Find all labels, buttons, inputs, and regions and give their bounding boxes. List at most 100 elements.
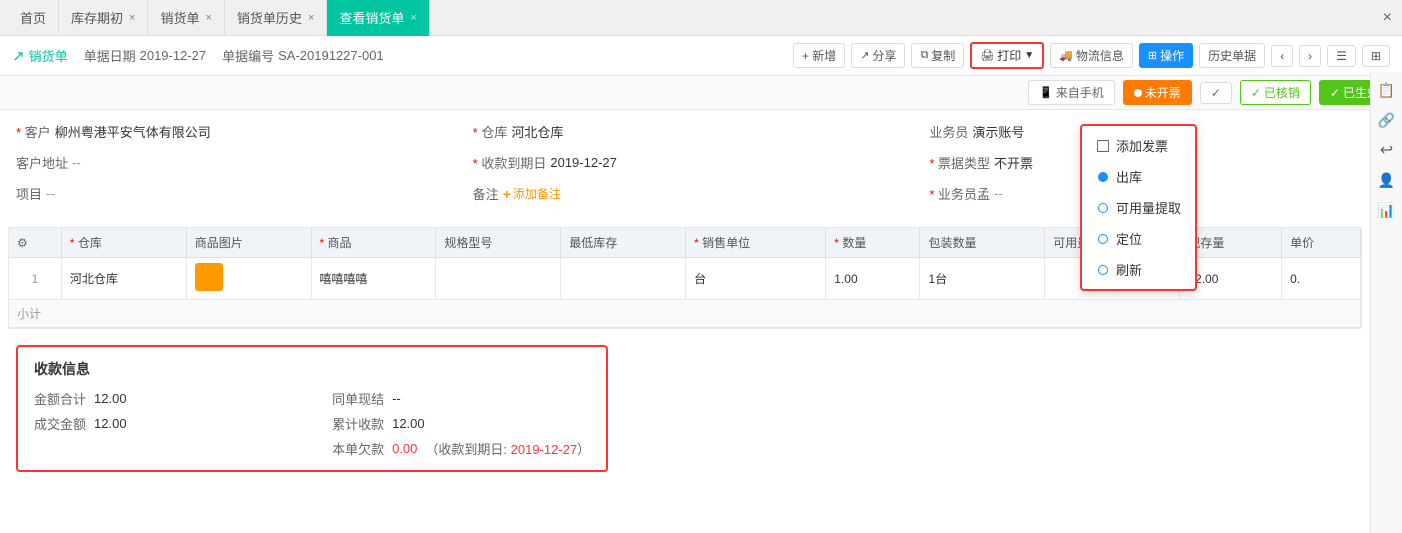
share-button[interactable]: ↗ 分享 bbox=[851, 43, 905, 68]
current-arrears-label: 本单欠款 bbox=[332, 439, 384, 458]
product-image bbox=[195, 263, 223, 291]
project-value: -- bbox=[46, 186, 55, 201]
close-sales-order-tab[interactable]: × bbox=[205, 12, 211, 24]
col-gear: ⚙ bbox=[9, 228, 61, 258]
col-warehouse: 仓库 bbox=[61, 228, 186, 258]
col-spec: 规格型号 bbox=[436, 228, 561, 258]
close-inventory-init-tab[interactable]: × bbox=[129, 12, 135, 24]
gear-icon[interactable]: ⚙ bbox=[17, 236, 28, 250]
row-product: 嘻嘻嘻嘻 bbox=[311, 258, 436, 300]
col-min-stock: 最低库存 bbox=[561, 228, 686, 258]
staff-value: 演示账号 bbox=[972, 122, 1024, 141]
subtotal-row: 小计 bbox=[9, 300, 1361, 328]
logistics-button[interactable]: 🚚 物流信息 bbox=[1050, 43, 1133, 68]
cumulative-collection-value: 12.00 bbox=[392, 416, 425, 431]
col-product: 商品 bbox=[311, 228, 436, 258]
out-warehouse-icon bbox=[1096, 170, 1110, 184]
address-label: 客户地址 bbox=[16, 153, 68, 172]
address-value: -- bbox=[72, 155, 81, 170]
list-view-button[interactable]: ☰ bbox=[1327, 45, 1356, 67]
close-all-tabs[interactable]: × bbox=[1383, 9, 1392, 27]
col-unit: 销售单位 bbox=[686, 228, 826, 258]
same-settlement-value: -- bbox=[392, 391, 401, 406]
row-num: 1 bbox=[9, 258, 61, 300]
tab-home[interactable]: 首页 bbox=[8, 0, 59, 36]
tab-sales-order[interactable]: 销货单 × bbox=[148, 0, 224, 36]
tab-inventory-init[interactable]: 库存期初 × bbox=[59, 0, 148, 36]
doc-type-label: 销货单 bbox=[29, 46, 68, 65]
current-arrears-row: 本单欠款 0.00 （收款到期日: 2019-12-27） bbox=[332, 439, 590, 458]
transaction-amount-label: 成交金额 bbox=[34, 414, 86, 433]
next-doc-button[interactable]: › bbox=[1299, 45, 1321, 67]
warehouse-field: 仓库 河北仓库 bbox=[473, 122, 930, 141]
warehouse-value: 河北仓库 bbox=[511, 122, 563, 141]
out-warehouse-item[interactable]: 出库 bbox=[1082, 161, 1195, 192]
add-note-button[interactable]: + 添加备注 bbox=[503, 185, 561, 202]
add-invoice-item[interactable]: 添加发票 bbox=[1082, 130, 1195, 161]
doc-type-badge: ↗ 销货单 bbox=[12, 46, 68, 65]
date-value: 2019-12-27 bbox=[140, 48, 207, 63]
toolbar-right: + 新增 ↗ 分享 ⧉ 复制 🖨 打印 ▼ 🚚 物流信息 ⊞ 操作 bbox=[793, 42, 1390, 69]
available-pickup-icon bbox=[1096, 201, 1110, 215]
right-icon-link[interactable]: 🔗 bbox=[1373, 106, 1401, 134]
col-unit-price: 单价 bbox=[1282, 228, 1361, 258]
refresh-item[interactable]: 刷新 bbox=[1082, 254, 1195, 285]
project-field: 项目 -- bbox=[16, 184, 473, 203]
position-item[interactable]: 定位 bbox=[1082, 223, 1195, 254]
operation-button[interactable]: ⊞ 操作 bbox=[1139, 43, 1193, 68]
salesperson-value: -- bbox=[994, 186, 1003, 201]
arrears-note: （收款到期日: 2019-12-27） bbox=[425, 439, 590, 458]
total-amount-value: 12.00 bbox=[94, 391, 127, 406]
payment-title: 收款信息 bbox=[34, 359, 590, 379]
note-label: 备注 bbox=[473, 184, 499, 203]
payment-date-label: 收款到期日 bbox=[473, 153, 547, 172]
history-button[interactable]: 历史单据 bbox=[1199, 43, 1265, 68]
not-open-ticket-button[interactable]: 未开票 bbox=[1123, 80, 1192, 105]
verified-button[interactable]: ✓ 已核销 bbox=[1240, 80, 1311, 105]
same-settlement-row: 同单现结 -- bbox=[332, 389, 590, 408]
right-icon-user[interactable]: 👤 bbox=[1373, 166, 1401, 194]
prev-doc-button[interactable]: ‹ bbox=[1271, 45, 1293, 67]
customer-field: 客户 柳州粤港平安气体有限公司 bbox=[16, 122, 473, 141]
doc-info: 单据日期 2019-12-27 单据编号 SA-20191227-001 bbox=[84, 46, 384, 65]
grid-view-button[interactable]: ⊞ bbox=[1362, 45, 1390, 67]
right-panel: 📋 🔗 ↩ 👤 📊 ⤡ bbox=[1370, 72, 1402, 533]
close-view-sales-tab[interactable]: × bbox=[410, 12, 416, 24]
doc-no-field: 单据编号 SA-20191227-001 bbox=[222, 46, 384, 65]
from-phone-button[interactable]: 📱 来自手机 bbox=[1028, 80, 1115, 105]
same-settlement-label: 同单现结 bbox=[332, 389, 384, 408]
row-warehouse: 河北仓库 bbox=[61, 258, 186, 300]
payment-info-box: 收款信息 金额合计 12.00 同单现结 -- 成交金额 12.00 累计收款 … bbox=[16, 345, 608, 472]
ticket-type-label: 票据类型 bbox=[929, 153, 990, 172]
copy-button[interactable]: ⧉ 复制 bbox=[911, 43, 964, 68]
doc-no-label: 单据编号 bbox=[222, 46, 274, 65]
tab-sales-history[interactable]: 销货单历史 × bbox=[225, 0, 327, 36]
col-qty: 数量 bbox=[826, 228, 920, 258]
print-button[interactable]: 🖨 打印 ▼ bbox=[970, 42, 1044, 69]
payment-grid: 金额合计 12.00 同单现结 -- 成交金额 12.00 累计收款 12.00 bbox=[34, 389, 590, 458]
note-field: 备注 + 添加备注 bbox=[473, 184, 930, 203]
row-unit: 台 bbox=[686, 258, 826, 300]
right-icon-clipboard[interactable]: 📋 bbox=[1373, 76, 1401, 104]
customer-value: 柳州粤港平安气体有限公司 bbox=[55, 122, 211, 141]
staff-label: 业务员 bbox=[929, 122, 968, 141]
tab-bar: 首页 库存期初 × 销货单 × 销货单历史 × 查看销货单 × × bbox=[0, 0, 1402, 36]
add-invoice-icon bbox=[1096, 139, 1110, 153]
subtotal-label: 小计 bbox=[9, 300, 1361, 328]
new-button[interactable]: + 新增 bbox=[793, 43, 845, 68]
ticket-type-value: 不开票 bbox=[994, 153, 1033, 172]
cumulative-collection-label: 累计收款 bbox=[332, 414, 384, 433]
customer-label: 客户 bbox=[16, 122, 51, 141]
check-button[interactable]: ✓ bbox=[1200, 82, 1232, 104]
right-icon-chart[interactable]: 📊 bbox=[1373, 196, 1401, 224]
row-product-img bbox=[186, 258, 311, 300]
operation-dropdown: 添加发票 出库 可用量提取 定位 刷新 bbox=[1080, 124, 1197, 291]
tab-view-sales[interactable]: 查看销货单 × bbox=[327, 0, 429, 36]
close-sales-history-tab[interactable]: × bbox=[308, 12, 314, 24]
row-min-stock bbox=[561, 258, 686, 300]
transaction-amount-value: 12.00 bbox=[94, 416, 127, 431]
available-pickup-item[interactable]: 可用量提取 bbox=[1082, 192, 1195, 223]
right-icon-return[interactable]: ↩ bbox=[1373, 136, 1401, 164]
col-product-img: 商品图片 bbox=[186, 228, 311, 258]
doc-no-value: SA-20191227-001 bbox=[278, 48, 384, 63]
